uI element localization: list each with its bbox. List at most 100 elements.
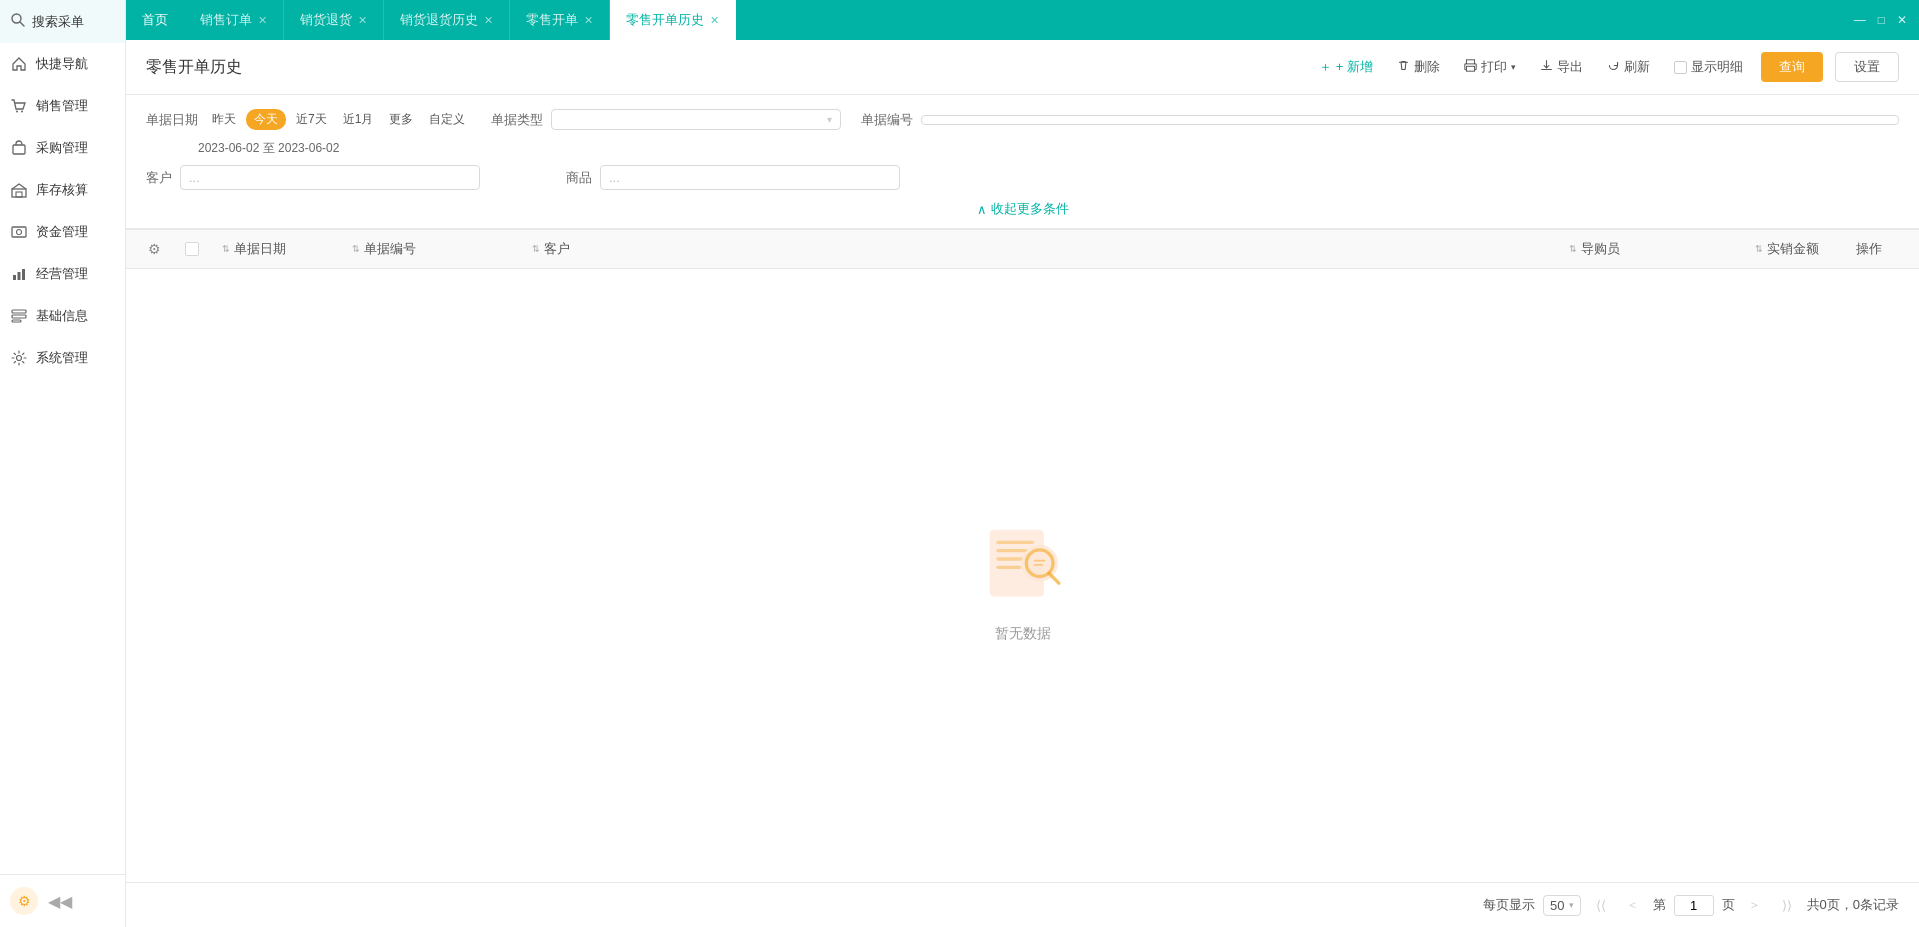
select-all-checkbox[interactable] <box>172 242 212 256</box>
refresh-label: 刷新 <box>1624 58 1650 76</box>
sidebar-search[interactable]: 搜索采单 <box>0 0 125 43</box>
display-detail-button[interactable]: 显示明细 <box>1668 54 1749 80</box>
sidebar-item-basic-info[interactable]: 基础信息 <box>0 295 125 337</box>
pagination: 每页显示 50 ▾ ⟨⟨ ＜ 第 页 ＞ ⟩⟩ 共0页，0条记录 <box>126 882 1919 927</box>
collapse-button[interactable]: ∧ 收起更多条件 <box>146 200 1899 218</box>
print-icon <box>1464 59 1477 75</box>
info-icon <box>10 307 28 325</box>
svg-rect-9 <box>13 275 16 280</box>
settings-gear-icon: ⚙ <box>148 241 161 257</box>
yesterday-btn[interactable]: 昨天 <box>206 109 242 130</box>
window-min-btn[interactable]: — <box>1854 13 1866 27</box>
date-shortcuts: 昨天 今天 近7天 近1月 更多 自定义 <box>206 109 471 130</box>
settings-button[interactable]: 设置 <box>1835 52 1899 82</box>
customer-filter-group: 客户 ... <box>146 165 546 190</box>
print-dropdown-icon: ▾ <box>1511 62 1516 72</box>
last7-btn[interactable]: 近7天 <box>290 109 333 130</box>
tab-label: 销货退货历史 <box>400 11 478 29</box>
table-area: ⚙ ⇅ 单据日期 ⇅ 单据编号 ⇅ 客户 ⇅ <box>126 229 1919 927</box>
content-area: 零售开单历史 ＋ + 新增 删除 <box>126 40 1919 927</box>
page-title: 零售开单历史 <box>146 57 242 78</box>
tab-sales-return[interactable]: 销货退货 ✕ <box>284 0 384 40</box>
finance-icon <box>10 223 28 241</box>
doc-type-select[interactable]: ▾ <box>551 109 841 130</box>
checkbox-icon <box>1674 61 1687 74</box>
tab-close-icon[interactable]: ✕ <box>584 14 593 27</box>
add-button[interactable]: ＋ + 新增 <box>1313 54 1379 80</box>
column-settings-btn[interactable]: ⚙ <box>136 241 172 257</box>
sidebar-item-sales-mgmt[interactable]: 销售管理 <box>0 85 125 127</box>
sidebar-collapse-arrow[interactable]: ◀◀ <box>46 887 74 915</box>
today-btn[interactable]: 今天 <box>246 109 286 130</box>
page-header: 零售开单历史 ＋ + 新增 删除 <box>126 40 1919 95</box>
svg-point-2 <box>16 111 18 113</box>
custom-btn[interactable]: 自定义 <box>423 109 471 130</box>
customer-input[interactable]: ... <box>180 165 480 190</box>
sidebar-item-purchase-mgmt[interactable]: 采购管理 <box>0 127 125 169</box>
tab-retail-open[interactable]: 零售开单 ✕ <box>510 0 610 40</box>
product-dots: ... <box>609 170 620 185</box>
export-button[interactable]: 导出 <box>1534 54 1589 80</box>
sidebar-item-label: 销售管理 <box>36 97 88 115</box>
window-close-btn[interactable]: ✕ <box>1897 13 1907 27</box>
svg-rect-20 <box>996 549 1028 552</box>
col-amount-label: 实销金额 <box>1767 240 1819 258</box>
tab-close-icon[interactable]: ✕ <box>484 14 493 27</box>
next-page-btn[interactable]: ＞ <box>1743 893 1767 917</box>
prev-page-btn[interactable]: ＜ <box>1621 893 1645 917</box>
more-btn[interactable]: 更多 <box>383 109 419 130</box>
per-page-select[interactable]: 50 ▾ <box>1543 895 1580 916</box>
tab-close-icon[interactable]: ✕ <box>710 14 719 27</box>
per-page-value: 50 <box>1550 898 1564 913</box>
sidebar-bottom: ⚙ ◀◀ <box>0 874 125 927</box>
sidebar-item-operations[interactable]: 经营管理 <box>0 253 125 295</box>
first-page-btn[interactable]: ⟨⟨ <box>1589 893 1613 917</box>
export-icon <box>1540 59 1553 75</box>
tab-close-icon[interactable]: ✕ <box>258 14 267 27</box>
per-page-dropdown-icon: ▾ <box>1569 900 1574 910</box>
tab-sales-return-history[interactable]: 销货退货历史 ✕ <box>384 0 510 40</box>
delete-button[interactable]: 删除 <box>1391 54 1446 80</box>
sidebar: 搜索采单 快捷导航 销售管理 采购管理 <box>0 0 126 927</box>
page-number-input[interactable] <box>1674 895 1714 916</box>
sidebar-item-label: 基础信息 <box>36 307 88 325</box>
sidebar-item-sys-mgmt[interactable]: 系统管理 <box>0 337 125 379</box>
last-month-btn[interactable]: 近1月 <box>337 109 380 130</box>
print-button[interactable]: 打印 ▾ <box>1458 54 1522 80</box>
svg-rect-11 <box>22 269 25 280</box>
svg-rect-22 <box>996 565 1021 568</box>
col-op: 操作 <box>1829 240 1909 258</box>
trash-icon <box>1397 59 1410 75</box>
svg-rect-10 <box>18 272 21 280</box>
tab-close-icon[interactable]: ✕ <box>358 14 367 27</box>
home-icon <box>10 55 28 73</box>
export-label: 导出 <box>1557 58 1583 76</box>
cart-icon <box>10 97 28 115</box>
main-area: 首页 销售订单 ✕ 销货退货 ✕ 销货退货历史 ✕ 零售开单 ✕ 零售开单历史 … <box>126 0 1919 927</box>
header-checkbox[interactable] <box>185 242 199 256</box>
product-input[interactable]: ... <box>600 165 900 190</box>
sort-icon: ⇅ <box>1569 244 1577 254</box>
col-customer-label: 客户 <box>544 240 570 258</box>
last-page-btn[interactable]: ⟩⟩ <box>1775 893 1799 917</box>
refresh-button[interactable]: 刷新 <box>1601 54 1656 80</box>
sidebar-item-inventory[interactable]: 库存核算 <box>0 169 125 211</box>
settings-bottom-icon[interactable]: ⚙ <box>10 887 38 915</box>
window-max-btn[interactable]: □ <box>1878 13 1885 27</box>
add-icon: ＋ <box>1319 58 1332 76</box>
query-button[interactable]: 查询 <box>1761 52 1823 82</box>
tab-sales-order[interactable]: 销售订单 ✕ <box>184 0 284 40</box>
doc-no-input[interactable] <box>921 115 1899 125</box>
page-label-before: 第 <box>1653 896 1666 914</box>
tab-retail-history[interactable]: 零售开单历史 ✕ <box>610 0 736 40</box>
chevron-up-icon: ∧ <box>977 202 987 217</box>
tab-home[interactable]: 首页 <box>126 0 184 40</box>
sidebar-item-finance[interactable]: 资金管理 <box>0 211 125 253</box>
sidebar-item-quick-nav[interactable]: 快捷导航 <box>0 43 125 85</box>
filter-area: 单据日期 昨天 今天 近7天 近1月 更多 自定义 单据类型 ▾ <box>126 95 1919 229</box>
tab-label: 零售开单 <box>526 11 578 29</box>
svg-rect-5 <box>12 189 26 197</box>
filter-row-1: 单据日期 昨天 今天 近7天 近1月 更多 自定义 单据类型 ▾ <box>146 109 1899 130</box>
svg-point-15 <box>17 356 22 361</box>
col-guide-label: 导购员 <box>1581 240 1620 258</box>
